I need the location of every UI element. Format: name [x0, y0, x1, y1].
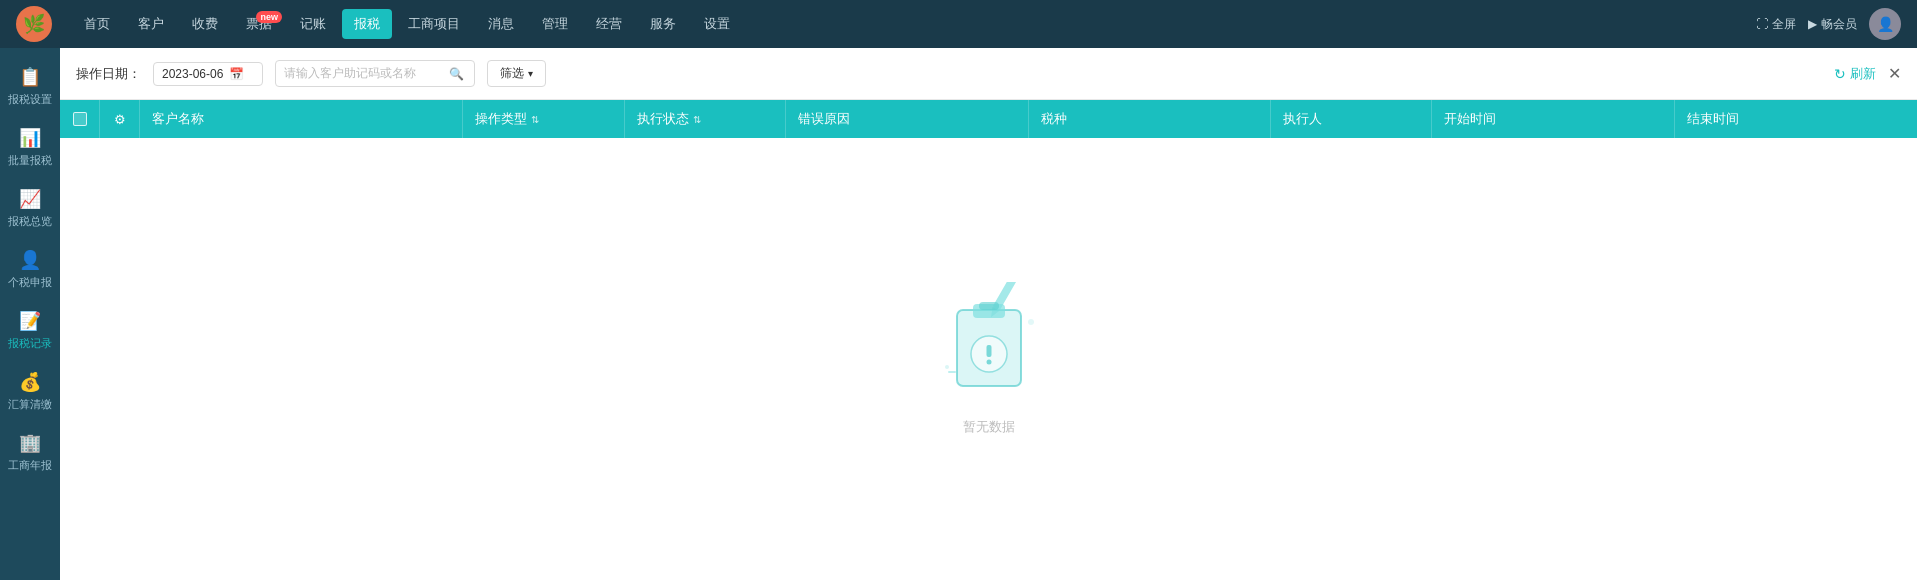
tax-record-icon: 📝: [19, 310, 41, 332]
empty-clipboard-svg: [929, 282, 1049, 402]
tax-overview-icon: 📈: [19, 188, 41, 210]
table-container: ⚙ 客户名称 操作类型 ⇅ 执行状态 ⇅ 错误原因 税种: [60, 100, 1917, 580]
sidebar-item-tax-overview[interactable]: 📈 报税总览: [0, 178, 60, 239]
nav-item-settings[interactable]: 设置: [692, 9, 742, 39]
sidebar-item-annual-report-label: 工商年报: [8, 458, 52, 473]
refresh-button[interactable]: ↻ 刷新: [1834, 65, 1876, 83]
sidebar-item-settlement-label: 汇算清缴: [8, 397, 52, 412]
user-avatar[interactable]: 👤: [1869, 8, 1901, 40]
empty-state: 暂无数据: [60, 138, 1917, 580]
th-tax-type: 税种: [1029, 100, 1271, 138]
search-placeholder-text: 请输入客户助记码或名称: [284, 65, 441, 82]
top-navigation: 🌿 首页 客户 收费 票据 new 记账 报税 工商项目 消息 管理 经营 服务…: [0, 0, 1917, 48]
personal-tax-icon: 👤: [19, 249, 41, 271]
refresh-icon: ↻: [1834, 66, 1846, 82]
batch-tax-icon: 📊: [19, 127, 41, 149]
sidebar-item-settlement[interactable]: 💰 汇算清缴: [0, 361, 60, 422]
th-start-time: 开始时间: [1432, 100, 1674, 138]
select-all-checkbox[interactable]: [73, 112, 87, 126]
member-icon: ▶: [1808, 17, 1817, 31]
sidebar-item-personal-tax-label: 个税申报: [8, 275, 52, 290]
avatar-icon: 👤: [1877, 16, 1894, 32]
svg-rect-9: [986, 345, 991, 357]
sidebar-item-tax-record[interactable]: 📝 报税记录: [0, 300, 60, 361]
sidebar-item-tax-settings[interactable]: 📋 报税设置: [0, 56, 60, 117]
th-operation-type[interactable]: 操作类型 ⇅: [463, 100, 625, 138]
th-client-name: 客户名称: [140, 100, 463, 138]
nav-item-operate[interactable]: 经营: [584, 9, 634, 39]
app-logo[interactable]: 🌿: [16, 6, 52, 42]
nav-item-commerce[interactable]: 工商项目: [396, 9, 472, 39]
logo-icon: 🌿: [23, 13, 45, 35]
search-icon[interactable]: 🔍: [447, 67, 466, 81]
tax-settings-icon: 📋: [19, 66, 41, 88]
nav-item-tax[interactable]: 报税: [342, 9, 392, 39]
fullscreen-button[interactable]: ⛶ 全屏: [1756, 16, 1796, 33]
table-body: 暂无数据: [60, 138, 1917, 580]
sort-icon-status: ⇅: [693, 114, 701, 125]
empty-illustration: [929, 282, 1049, 402]
member-label: 畅会员: [1821, 16, 1857, 33]
fullscreen-label: 全屏: [1772, 16, 1796, 33]
member-button[interactable]: ▶ 畅会员: [1808, 16, 1857, 33]
date-label: 操作日期：: [76, 65, 141, 83]
date-input[interactable]: 2023-06-06 📅: [153, 62, 263, 86]
sort-icon-operation: ⇅: [531, 114, 539, 125]
toolbar: 操作日期： 2023-06-06 📅 请输入客户助记码或名称 🔍 筛选 ▾ ↻ …: [60, 48, 1917, 100]
svg-point-10: [986, 360, 991, 365]
search-box[interactable]: 请输入客户助记码或名称 🔍: [275, 60, 475, 87]
refresh-label: 刷新: [1850, 65, 1876, 83]
close-button[interactable]: ✕: [1888, 66, 1901, 82]
fullscreen-icon: ⛶: [1756, 17, 1768, 31]
sidebar-item-annual-report[interactable]: 🏢 工商年报: [0, 422, 60, 483]
nav-item-service[interactable]: 服务: [638, 9, 688, 39]
annual-report-icon: 🏢: [19, 432, 41, 454]
nav-item-client[interactable]: 客户: [126, 9, 176, 39]
th-error-reason: 错误原因: [786, 100, 1028, 138]
th-end-time: 结束时间: [1675, 100, 1917, 138]
content-area: 操作日期： 2023-06-06 📅 请输入客户助记码或名称 🔍 筛选 ▾ ↻ …: [60, 48, 1917, 580]
filter-label: 筛选: [500, 65, 524, 82]
svg-rect-6: [979, 302, 999, 310]
new-badge: new: [256, 11, 282, 23]
toolbar-right: ↻ 刷新 ✕: [1834, 65, 1901, 83]
nav-right-area: ⛶ 全屏 ▶ 畅会员 👤: [1756, 8, 1901, 40]
nav-menu: 首页 客户 收费 票据 new 记账 报税 工商项目 消息 管理 经营 服务 设…: [72, 9, 1756, 39]
main-layout: 📋 报税设置 📊 批量报税 📈 报税总览 👤 个税申报 📝 报税记录 💰 汇算清…: [0, 48, 1917, 580]
svg-point-13: [1028, 319, 1034, 325]
th-exec-status[interactable]: 执行状态 ⇅: [625, 100, 787, 138]
calendar-icon: 📅: [229, 67, 244, 81]
sidebar-item-tax-settings-label: 报税设置: [8, 92, 52, 107]
svg-point-12: [945, 365, 949, 369]
nav-item-bookkeeping[interactable]: 记账: [288, 9, 338, 39]
settings-icon: ⚙: [114, 112, 126, 127]
th-executor: 执行人: [1271, 100, 1433, 138]
sidebar-item-batch-tax-label: 批量报税: [8, 153, 52, 168]
sidebar-item-batch-tax[interactable]: 📊 批量报税: [0, 117, 60, 178]
empty-text: 暂无数据: [963, 418, 1015, 436]
date-value: 2023-06-06: [162, 67, 223, 81]
nav-item-message[interactable]: 消息: [476, 9, 526, 39]
nav-item-fee[interactable]: 收费: [180, 9, 230, 39]
sidebar-item-tax-record-label: 报税记录: [8, 336, 52, 351]
nav-item-home[interactable]: 首页: [72, 9, 122, 39]
nav-item-invoice[interactable]: 票据 new: [234, 9, 284, 39]
nav-item-manage[interactable]: 管理: [530, 9, 580, 39]
th-settings[interactable]: ⚙: [100, 100, 140, 138]
sidebar-item-personal-tax[interactable]: 👤 个税申报: [0, 239, 60, 300]
chevron-down-icon: ▾: [528, 68, 533, 79]
settlement-icon: 💰: [19, 371, 41, 393]
filter-button[interactable]: 筛选 ▾: [487, 60, 546, 87]
table-header: ⚙ 客户名称 操作类型 ⇅ 执行状态 ⇅ 错误原因 税种: [60, 100, 1917, 138]
th-checkbox[interactable]: [60, 100, 100, 138]
sidebar: 📋 报税设置 📊 批量报税 📈 报税总览 👤 个税申报 📝 报税记录 💰 汇算清…: [0, 48, 60, 580]
sidebar-item-tax-overview-label: 报税总览: [8, 214, 52, 229]
